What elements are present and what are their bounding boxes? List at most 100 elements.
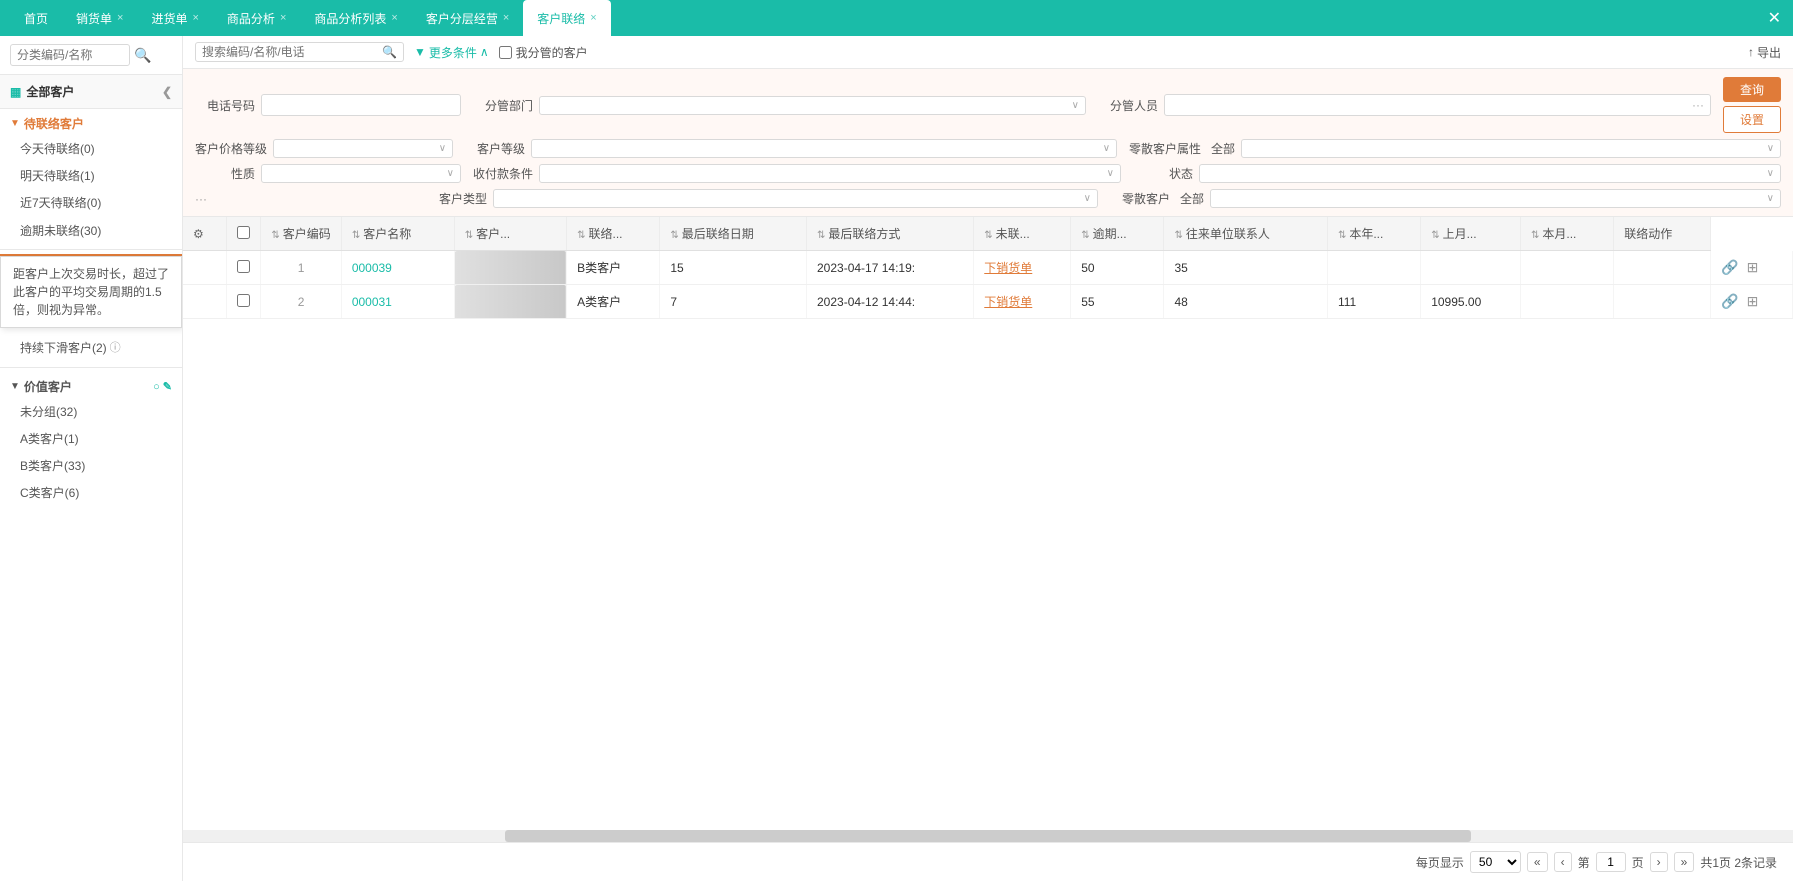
row-name-0 bbox=[454, 251, 566, 285]
filter-person-select[interactable]: ··· bbox=[1164, 94, 1711, 116]
sort-contact-count-icon: ⇅ bbox=[577, 230, 585, 241]
nav-home[interactable]: 首页 bbox=[10, 0, 62, 36]
close-sales-order-icon[interactable]: × bbox=[117, 12, 123, 24]
th-contact-person[interactable]: ⇅往来单位联系人 bbox=[1164, 217, 1327, 251]
th-current-year[interactable]: ⇅本年... bbox=[1327, 217, 1420, 251]
sidebar-item-week-contact[interactable]: 近7天待联络(0) bbox=[0, 190, 182, 217]
sidebar-item-declining-customers[interactable]: 持续下滑客户(2) ⓘ bbox=[0, 335, 182, 362]
th-actions: 联络动作 bbox=[1614, 217, 1711, 251]
more-conditions-btn[interactable]: ▼ 更多条件 ∧ bbox=[414, 44, 489, 61]
row-check-0[interactable] bbox=[237, 260, 250, 273]
horizontal-scrollbar[interactable] bbox=[183, 830, 1793, 842]
row-current-year-1: 10995.00 bbox=[1421, 285, 1521, 319]
th-current-month[interactable]: ⇅本月... bbox=[1521, 217, 1614, 251]
th-code[interactable]: ⇅客户编码 bbox=[261, 217, 341, 251]
th-last-contact-method[interactable]: ⇅最后联络方式 bbox=[807, 217, 974, 251]
filter-customer-type-select[interactable]: ∨ bbox=[493, 189, 1098, 208]
more-dots-icon[interactable]: ··· bbox=[195, 192, 207, 206]
th-last-contact-date[interactable]: ⇅最后联络日期 bbox=[660, 217, 807, 251]
th-last-month[interactable]: ⇅上月... bbox=[1421, 217, 1521, 251]
search-input[interactable] bbox=[202, 45, 382, 59]
scrollbar-thumb[interactable] bbox=[505, 830, 1471, 842]
filter-customer-level-select[interactable]: ∨ bbox=[531, 139, 1117, 158]
close-product-analysis-icon[interactable]: × bbox=[280, 12, 286, 24]
current-page-input[interactable] bbox=[1596, 852, 1626, 872]
sort-type-icon: ⇅ bbox=[465, 230, 473, 241]
nav-purchase-order[interactable]: 进货单 × bbox=[137, 0, 212, 36]
action-link-icon-1[interactable]: 🔗 bbox=[1721, 293, 1738, 310]
row-contact-count-0: 15 bbox=[660, 251, 807, 285]
row-current-month-0 bbox=[1614, 251, 1711, 285]
th-type[interactable]: ⇅客户... bbox=[454, 217, 566, 251]
table-header-row: ⚙ ⇅客户编码 ⇅客户名称 ⇅客户... ⇅联络... ⇅最后联络日期 ⇅最后联… bbox=[183, 217, 1793, 251]
nav-product-analysis[interactable]: 商品分析 × bbox=[213, 0, 300, 36]
settings-button[interactable]: 设置 bbox=[1723, 106, 1781, 133]
last-page-btn[interactable]: » bbox=[1674, 852, 1695, 872]
prev-page-btn[interactable]: ‹ bbox=[1554, 852, 1572, 872]
sidebar-item-c-class[interactable]: C类客户(6) bbox=[0, 480, 182, 507]
row-last-contact-method-1[interactable]: 下销货单 bbox=[974, 285, 1071, 319]
close-purchase-order-icon[interactable]: × bbox=[192, 12, 198, 24]
sidebar-group-pending-contact[interactable]: ▼ 待联络客户 bbox=[0, 109, 182, 136]
action-link-icon-0[interactable]: 🔗 bbox=[1721, 259, 1738, 276]
row-code-1[interactable]: 000031 bbox=[341, 285, 454, 319]
my-customers-checkbox[interactable]: 我分管的客户 bbox=[499, 44, 588, 61]
sidebar-item-a-class[interactable]: A类客户(1) bbox=[0, 426, 182, 453]
query-button[interactable]: 查询 bbox=[1723, 77, 1781, 102]
sidebar-item-tomorrow-contact[interactable]: 明天待联络(1) bbox=[0, 163, 182, 190]
person-more-icon: ··· bbox=[1692, 98, 1704, 112]
filter-retail-attr-select[interactable]: ∨ bbox=[1241, 139, 1781, 158]
sidebar-item-overdue-contact[interactable]: 逾期未联络(30) bbox=[0, 218, 182, 245]
filter-nature-select[interactable]: ∨ bbox=[261, 164, 461, 183]
th-overdue[interactable]: ⇅逾期... bbox=[1071, 217, 1164, 251]
my-customers-check[interactable] bbox=[499, 46, 512, 59]
sidebar-search-input[interactable] bbox=[10, 44, 130, 66]
per-page-select[interactable]: 50 100 200 bbox=[1470, 851, 1521, 873]
filter-dept: 分管部门 ∨ bbox=[473, 96, 1086, 115]
edit-value-group-icon[interactable]: ○ ✎ bbox=[153, 380, 172, 393]
export-btn[interactable]: ↑ 导出 bbox=[1748, 44, 1781, 61]
sidebar-item-ungrouped[interactable]: 未分组(32) bbox=[0, 399, 182, 426]
filter-payment-select[interactable]: ∨ bbox=[539, 164, 1121, 183]
collapse-sidebar-icon[interactable]: ❮ bbox=[162, 85, 172, 99]
row-contact-person-1: 111 bbox=[1327, 285, 1420, 319]
search-wrap: 🔍 bbox=[195, 42, 404, 62]
first-page-btn[interactable]: « bbox=[1527, 852, 1548, 872]
sidebar-search-icon[interactable]: 🔍 bbox=[134, 47, 151, 64]
nav-sales-order[interactable]: 销货单 × bbox=[62, 0, 137, 36]
filter-customer-type-label: 客户类型 bbox=[427, 190, 487, 207]
row-actions-0: 🔗 ⊞ bbox=[1711, 251, 1793, 285]
row-last-contact-method-0[interactable]: 下销货单 bbox=[974, 251, 1071, 285]
filter-dept-select[interactable]: ∨ bbox=[539, 96, 1086, 115]
top-navigation: 首页 销货单 × 进货单 × 商品分析 × 商品分析列表 × 客户分层经营 × … bbox=[0, 0, 1793, 36]
nav-customer-contact[interactable]: 客户联络 × bbox=[523, 0, 610, 36]
status-arrow-icon: ∨ bbox=[1767, 168, 1774, 179]
sidebar-item-b-class[interactable]: B类客户(33) bbox=[0, 453, 182, 480]
select-all-checkbox[interactable] bbox=[237, 226, 250, 239]
filter-retail-customers-select[interactable]: ∨ bbox=[1210, 189, 1781, 208]
th-not-contacted[interactable]: ⇅未联... bbox=[974, 217, 1071, 251]
row-check-1[interactable] bbox=[237, 294, 250, 307]
sidebar-item-today-contact[interactable]: 今天待联络(0) bbox=[0, 136, 182, 163]
filter-status-select[interactable]: ∨ bbox=[1199, 164, 1781, 183]
next-page-btn[interactable]: › bbox=[1650, 852, 1668, 872]
close-customer-contact-icon[interactable]: × bbox=[590, 12, 596, 24]
row-type-1: A类客户 bbox=[567, 285, 660, 319]
filter-phone-input[interactable] bbox=[261, 94, 461, 116]
close-product-analysis-list-icon[interactable]: × bbox=[391, 12, 397, 24]
sidebar-group-value-customers[interactable]: ▼ 价值客户 ○ ✎ bbox=[0, 372, 182, 399]
filter-retail-customers-label: 零散客户 bbox=[1110, 190, 1170, 207]
window-close-button[interactable]: ✕ bbox=[1768, 8, 1781, 28]
nav-customer-segmentation[interactable]: 客户分层经营 × bbox=[412, 0, 523, 36]
row-code-0[interactable]: 000039 bbox=[341, 251, 454, 285]
action-more-icon-1[interactable]: ⊞ bbox=[1747, 293, 1759, 310]
filter-price-level-select[interactable]: ∨ bbox=[273, 139, 453, 158]
search-submit-icon[interactable]: 🔍 bbox=[382, 45, 397, 59]
th-contact-count[interactable]: ⇅联络... bbox=[567, 217, 660, 251]
th-name[interactable]: ⇅客户名称 bbox=[341, 217, 454, 251]
filter-dept-label: 分管部门 bbox=[473, 97, 533, 114]
close-customer-segmentation-icon[interactable]: × bbox=[503, 12, 509, 24]
nav-product-analysis-list[interactable]: 商品分析列表 × bbox=[300, 0, 411, 36]
action-more-icon-0[interactable]: ⊞ bbox=[1747, 259, 1759, 276]
th-settings[interactable]: ⚙ bbox=[183, 217, 227, 251]
